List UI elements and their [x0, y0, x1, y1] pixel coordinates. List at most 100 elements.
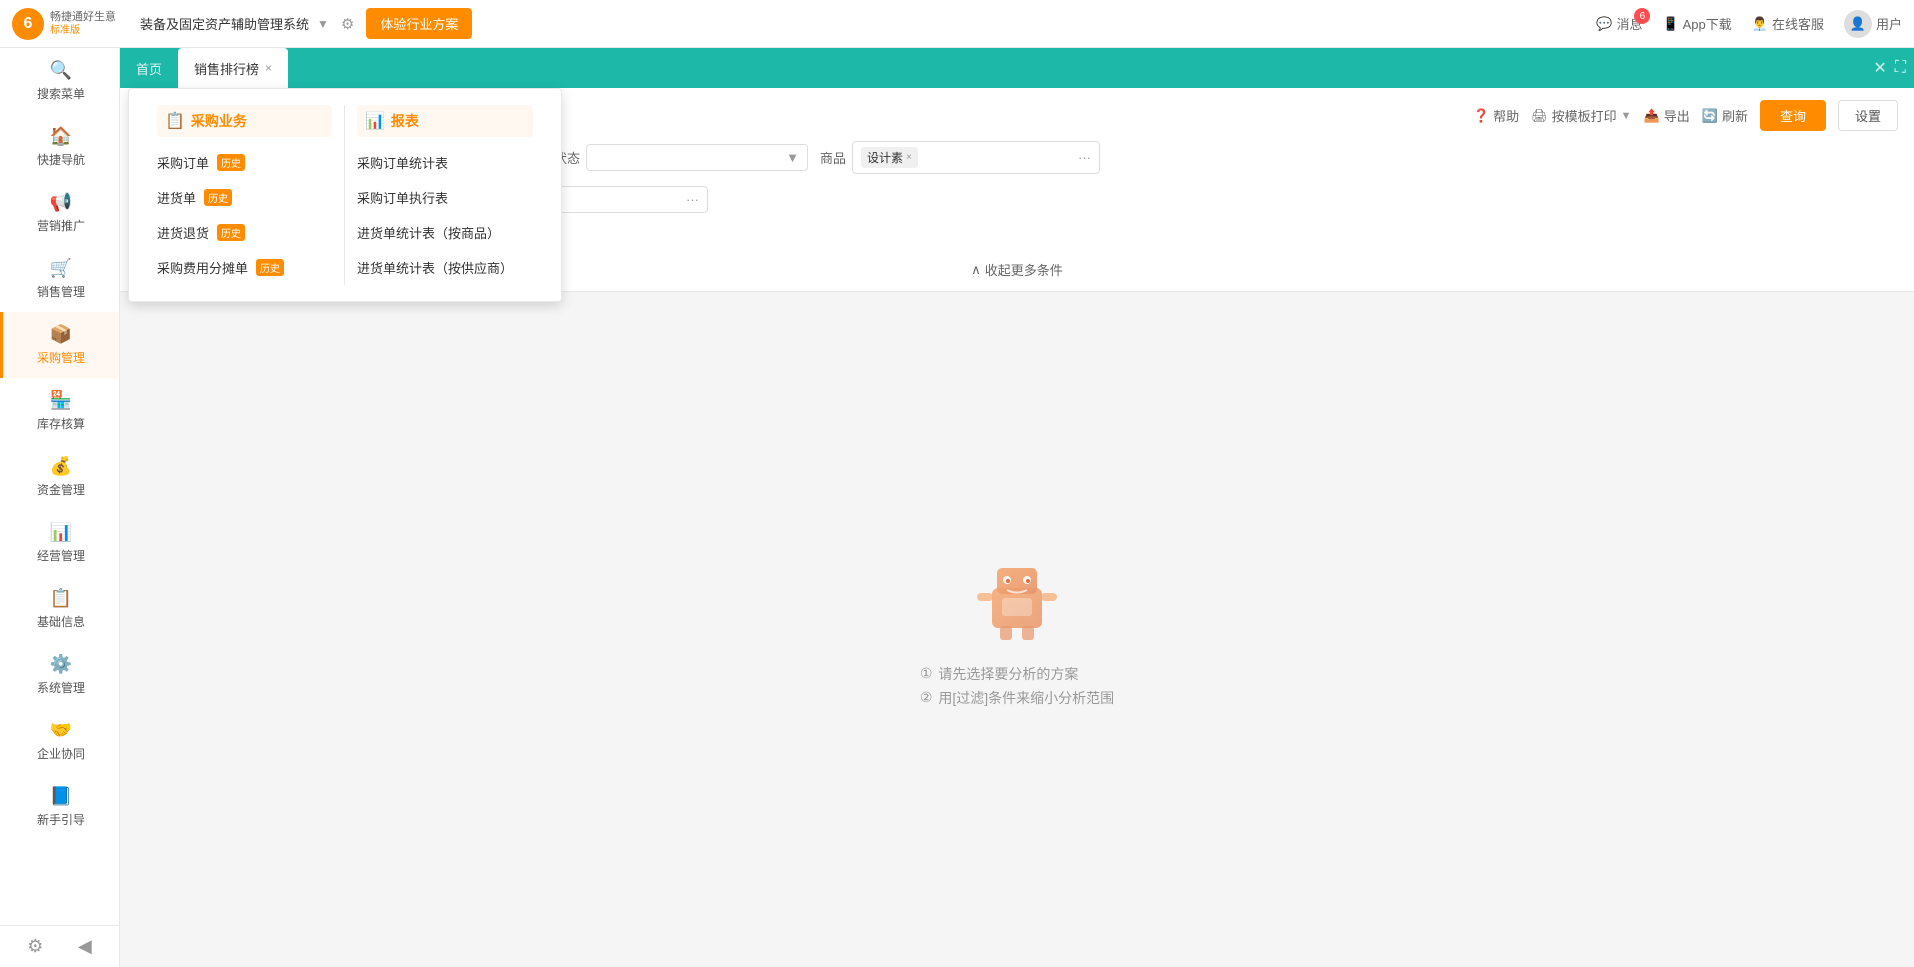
sidebar-label-inventory: 库存核算 [37, 415, 85, 432]
purchase-expense-label: 采购费用分摊单 [157, 258, 248, 277]
dropdown-item-purchase-expense[interactable]: 采购费用分摊单 历史 [157, 250, 332, 285]
tab-sales-rank[interactable]: 销售排行榜 × [178, 48, 288, 88]
gear-icon[interactable]: ⚙ [341, 15, 354, 33]
sidebar-item-search[interactable]: 🔍 搜索菜单 [0, 48, 119, 114]
sidebar-item-finance[interactable]: 💰 资金管理 [0, 444, 119, 510]
sys-title-text: 装备及固定资产辅助管理系统 [140, 14, 309, 33]
refresh-btn[interactable]: 🔄 刷新 [1702, 106, 1748, 125]
purchase-order-stat-label: 采购订单统计表 [357, 153, 448, 172]
top-right: 💬 消息 6 📱 App下载 👨‍💼 在线客服 👤 用户 [1596, 10, 1902, 38]
dropdown-item-stock-in-stat-goods[interactable]: 进货单统计表（按商品） [357, 215, 533, 250]
industry-btn[interactable]: 体验行业方案 [366, 8, 472, 39]
help-label: 帮助 [1493, 106, 1519, 125]
print-arrow-icon: ▼ [1621, 110, 1632, 122]
sidebar-settings-icon[interactable]: ⚙ [27, 936, 43, 957]
tab-bar: 首页 销售排行榜 × ✕ ⛶ [120, 48, 1914, 88]
sidebar-item-basic[interactable]: 📋 基础信息 [0, 576, 119, 642]
print-label: 按模板打印 [1552, 106, 1617, 125]
purchase-section-title: 📋 采购业务 [157, 105, 332, 137]
empty-hint-2-text: 用[过滤]条件来缩小分析范围 [938, 688, 1114, 708]
goods-tag-close[interactable]: × [906, 152, 912, 163]
window-max-icon[interactable]: ⛶ [1895, 59, 1906, 77]
logo-subtitle2: 标准版 [50, 24, 116, 37]
sidebar-label-sales: 销售管理 [37, 283, 85, 300]
system-icon: ⚙️ [50, 654, 72, 675]
print-btn[interactable]: 🖨 按模板打印 ▼ [1531, 106, 1631, 125]
service-label: 在线客服 [1772, 14, 1824, 33]
dropdown-item-stock-in-stat-supplier[interactable]: 进货单统计表（按供应商） [357, 250, 533, 285]
query-button[interactable]: 查询 [1760, 100, 1826, 131]
window-close-icon[interactable]: ✕ [1873, 58, 1886, 78]
sidebar-item-cooperation[interactable]: 🤝 企业协同 [0, 708, 119, 774]
staff-dots[interactable]: ··· [686, 192, 699, 207]
export-btn[interactable]: 📤 导出 [1644, 106, 1690, 125]
sidebar-item-system[interactable]: ⚙️ 系统管理 [0, 642, 119, 708]
goods-more-dots[interactable]: ··· [1078, 150, 1091, 165]
sales-icon: 🛒 [50, 258, 72, 279]
voucher-status-select[interactable]: ▼ [586, 144, 808, 171]
sidebar-bottom: ⚙ ◀ [0, 925, 119, 967]
settings-button[interactable]: 设置 [1838, 100, 1898, 131]
stock-in-stat-goods-label: 进货单统计表（按商品） [357, 223, 500, 242]
empty-hint-2: ② 用[过滤]条件来缩小分析范围 [920, 688, 1114, 708]
purchase-order-exec-label: 采购订单执行表 [357, 188, 448, 207]
marketing-icon: 📢 [50, 192, 72, 213]
logo-icon: 6 [12, 8, 44, 40]
empty-hint-1: ① 请先选择要分析的方案 [920, 664, 1114, 684]
dropdown-item-stock-in[interactable]: 进货单 历史 [157, 180, 332, 215]
sidebar-label-purchase: 采购管理 [37, 349, 85, 366]
app-label: App下载 [1683, 14, 1732, 33]
sidebar-collapse-icon[interactable]: ◀ [78, 936, 92, 957]
goods-input[interactable]: 设计素 × ··· [852, 141, 1100, 174]
purchase-expense-history-badge: 历史 [256, 259, 284, 276]
report-section-title: 📊 报表 [357, 105, 533, 137]
purchase-order-history-badge: 历史 [217, 154, 245, 171]
sidebar-item-sales[interactable]: 🛒 销售管理 [0, 246, 119, 312]
sidebar-label-system: 系统管理 [37, 679, 85, 696]
user-btn[interactable]: 👤 用户 [1844, 10, 1902, 38]
purchase-section-icon: 📋 [165, 111, 185, 131]
empty-hints: ① 请先选择要分析的方案 ② 用[过滤]条件来缩小分析范围 [920, 660, 1114, 712]
message-btn[interactable]: 💬 消息 6 [1596, 14, 1642, 33]
phone-icon: 📱 [1662, 16, 1678, 32]
sys-title-arrow-icon[interactable]: ▼ [317, 17, 329, 31]
online-service-btn[interactable]: 👨‍💼 在线客服 [1752, 14, 1824, 33]
sidebar-item-operation[interactable]: 📊 经营管理 [0, 510, 119, 576]
sidebar-item-quick-nav[interactable]: 🏠 快捷导航 [0, 114, 119, 180]
message-badge: 6 [1634, 8, 1650, 24]
collapse-btn[interactable]: ∧ 收起更多条件 [971, 260, 1063, 279]
sidebar-label-operation: 经营管理 [37, 547, 85, 564]
search-icon: 🔍 [50, 60, 72, 81]
cooperation-icon: 🤝 [50, 720, 72, 741]
user-label: 用户 [1876, 14, 1902, 33]
sidebar-label-guide: 新手引导 [37, 811, 85, 828]
help-btn[interactable]: ❓ 帮助 [1473, 106, 1519, 125]
dropdown-item-purchase-order-stat[interactable]: 采购订单统计表 [357, 145, 533, 180]
sidebar-label-basic: 基础信息 [37, 613, 85, 630]
sidebar-item-marketing[interactable]: 📢 营销推广 [0, 180, 119, 246]
sidebar-item-guide[interactable]: 📘 新手引导 [0, 774, 119, 840]
export-icon: 📤 [1644, 108, 1660, 124]
dropdown-item-stock-return[interactable]: 进货退货 历史 [157, 215, 332, 250]
sidebar-item-purchase[interactable]: 📦 采购管理 [0, 312, 119, 378]
inventory-icon: 🏪 [50, 390, 72, 411]
stock-in-stat-supplier-label: 进货单统计表（按供应商） [357, 258, 513, 277]
operation-icon: 📊 [50, 522, 72, 543]
goods-tag: 设计素 × [861, 147, 918, 168]
sidebar: 🔍 搜索菜单 🏠 快捷导航 📢 营销推广 🛒 销售管理 📦 采购管理 🏪 库存核… [0, 48, 120, 967]
dropdown-item-purchase-order[interactable]: 采购订单 历史 [157, 145, 332, 180]
dropdown-item-purchase-order-exec[interactable]: 采购订单执行表 [357, 180, 533, 215]
sidebar-label-finance: 资金管理 [37, 481, 85, 498]
filter-goods: 商品 设计素 × ··· [820, 141, 1100, 174]
filter-voucher-status: 单据状态 ▼ [528, 144, 808, 171]
tab-sales-rank-label: 销售排行榜 [194, 59, 259, 78]
help-icon: ❓ [1473, 108, 1489, 124]
tab-home[interactable]: 首页 [120, 48, 178, 88]
tab-close-icon[interactable]: × [265, 61, 272, 75]
sys-title-area: 装备及固定资产辅助管理系统 ▼ ⚙ [140, 14, 354, 33]
basic-icon: 📋 [50, 588, 72, 609]
app-download-btn[interactable]: 📱 App下载 [1662, 14, 1731, 33]
sidebar-item-inventory[interactable]: 🏪 库存核算 [0, 378, 119, 444]
tab-bar-right: ✕ ⛶ [1873, 58, 1914, 78]
export-label: 导出 [1664, 106, 1690, 125]
